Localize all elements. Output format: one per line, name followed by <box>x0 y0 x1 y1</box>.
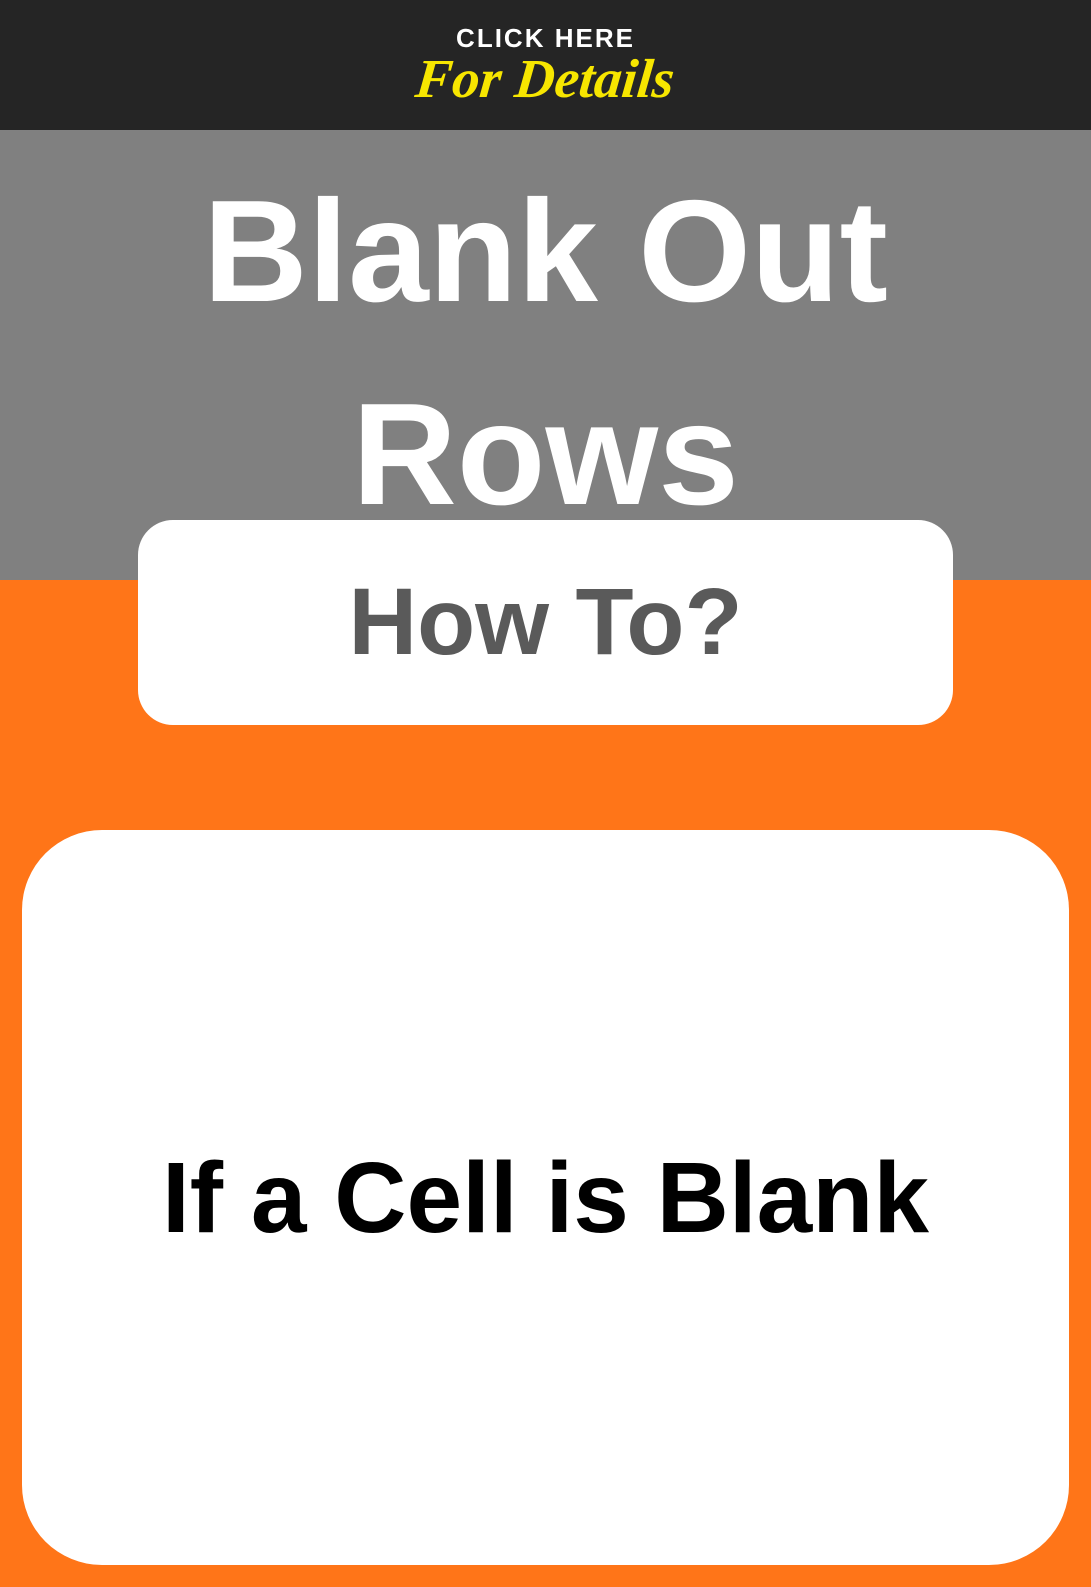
content-area: If a Cell is Blank <box>0 580 1091 1587</box>
hero-section: Blank Out Rows <box>0 130 1091 580</box>
cta-banner[interactable]: CLICK HERE For Details <box>0 0 1091 130</box>
content-card: If a Cell is Blank <box>22 830 1069 1565</box>
cta-banner-line2: For Details <box>414 51 678 106</box>
content-card-text: If a Cell is Blank <box>162 1143 929 1253</box>
howto-label: How To? <box>349 568 743 677</box>
howto-card: How To? <box>138 520 953 725</box>
cta-banner-line1: CLICK HERE <box>456 25 635 51</box>
hero-title: Blank Out Rows <box>0 150 1091 556</box>
